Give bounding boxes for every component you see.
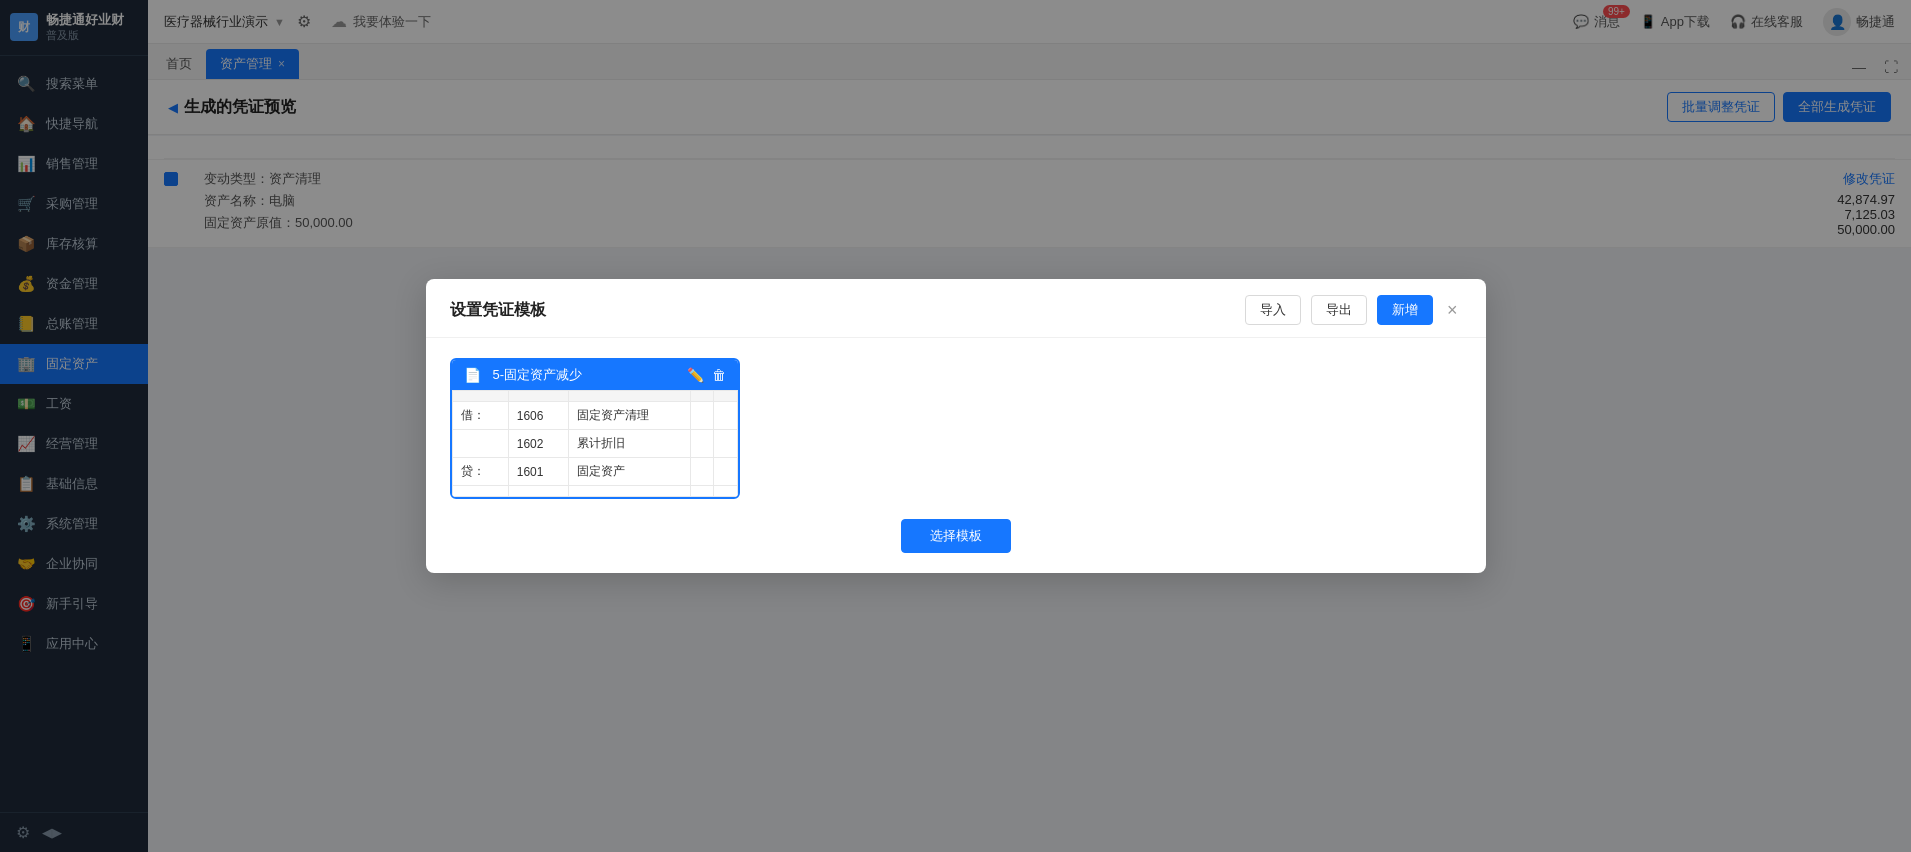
template-row-3: 贷： 1601 固定资产 [452,458,737,486]
select-template-area: 选择模板 [450,519,1462,553]
row2-type [452,430,508,458]
template-row-2: 1602 累计折旧 [452,430,737,458]
template-table: 借： 1606 固定资产清理 1602 累计折旧 贷： [452,390,738,497]
row1-code: 1606 [508,402,568,430]
row1-name: 固定资产清理 [568,402,690,430]
row4-debit [690,486,713,497]
voucher-template-modal: 设置凭证模板 导入 导出 新增 × 📄 5-固定资产减少 ✏️ 🗑 [426,279,1486,573]
template-doc-icon: 📄 [464,367,481,383]
col-credit [714,391,737,402]
col-type [452,391,508,402]
template-delete-icon[interactable]: 🗑 [712,367,726,383]
row3-debit [690,458,713,486]
modal-header-actions: 导入 导出 新增 × [1245,295,1462,325]
row4-credit [714,486,737,497]
new-button[interactable]: 新增 [1377,295,1433,325]
col-name [568,391,690,402]
select-template-button[interactable]: 选择模板 [901,519,1011,553]
row4-code [508,486,568,497]
row4-name [568,486,690,497]
modal-body: 📄 5-固定资产减少 ✏️ 🗑 [426,338,1486,573]
row3-credit [714,458,737,486]
col-code [508,391,568,402]
row2-debit [690,430,713,458]
template-card: 📄 5-固定资产减少 ✏️ 🗑 [450,358,740,499]
template-card-title: 5-固定资产减少 [493,366,679,384]
row1-type: 借： [452,402,508,430]
template-edit-icon[interactable]: ✏️ [687,367,704,383]
modal-title: 设置凭证模板 [450,300,546,321]
template-row-4 [452,486,737,497]
row3-name: 固定资产 [568,458,690,486]
row2-code: 1602 [508,430,568,458]
row3-type: 贷： [452,458,508,486]
export-button[interactable]: 导出 [1311,295,1367,325]
import-button[interactable]: 导入 [1245,295,1301,325]
row2-credit [714,430,737,458]
row1-debit [690,402,713,430]
template-card-header-actions: ✏️ 🗑 [687,367,726,383]
row3-code: 1601 [508,458,568,486]
row2-name: 累计折旧 [568,430,690,458]
template-row-1: 借： 1606 固定资产清理 [452,402,737,430]
row1-credit [714,402,737,430]
col-debit [690,391,713,402]
template-card-header: 📄 5-固定资产减少 ✏️ 🗑 [452,360,738,390]
modal-header: 设置凭证模板 导入 导出 新增 × [426,279,1486,338]
modal-close-button[interactable]: × [1443,301,1462,319]
row4-type [452,486,508,497]
